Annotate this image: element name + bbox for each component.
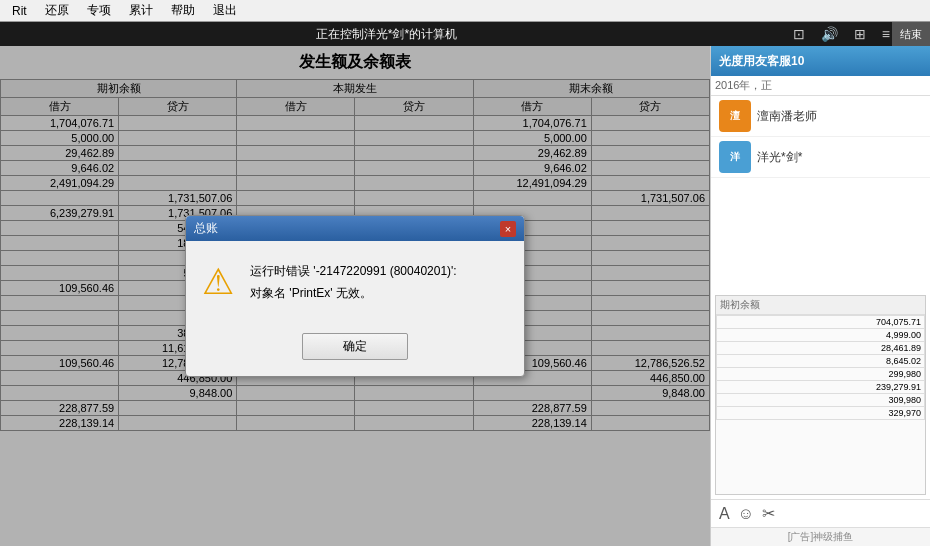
mini-chart-cell: 309,980 [717,394,925,407]
settings-icon[interactable]: ≡ [882,26,890,42]
top-menu-bar: Rit 还原 专项 累计 帮助 退出 [0,0,930,22]
mini-chart-panel: 期初余额 704,075.714,999.0028,461.898,645.02… [715,295,926,495]
remote-icons: ⊡ 🔊 ⊞ ≡ [793,26,890,42]
ad-banner: [广告]神级捕鱼 [711,527,930,546]
menu-rit[interactable]: Rit [4,2,35,20]
modal-titlebar: 总账 × [186,216,524,241]
mini-chart-cell: 299,980 [717,368,925,381]
emoji-icon[interactable]: ☺ [738,505,754,523]
accounting-area: 发生额及余额表 期初余额 本期发生 期末余额 借方 贷方 借方 贷方 借方 贷方 [0,46,710,546]
screen-icon[interactable]: ⊡ [793,26,805,42]
right-sidebar: 光度用友客服10 2016年，正 澶 澶南潘老师 洋 洋光*剑* 期初余额 70… [710,46,930,546]
confirm-button[interactable]: 确定 [302,333,408,360]
modal-overlay: 总账 × ⚠ 运行时错误 '-2147220991 (80040201)': 对… [0,46,710,546]
contact-list: 澶 澶南潘老师 洋 洋光*剑* [711,96,930,291]
menu-special[interactable]: 专项 [79,0,119,21]
contact-item-2[interactable]: 洋 洋光*剑* [711,137,930,178]
avatar-2: 洋 [719,141,751,173]
sidebar-bottom: A ☺ ✂ [711,499,930,527]
contact-item-1[interactable]: 澶 澶南潘老师 [711,96,930,137]
menu-cumulative[interactable]: 累计 [121,0,161,21]
menu-help[interactable]: 帮助 [163,0,203,21]
modal-footer: 确定 [186,325,524,376]
contact-name-2: 洋光*剑* [757,149,802,166]
scissors-icon[interactable]: ✂ [762,504,775,523]
sidebar-header: 光度用友客服10 [711,46,930,76]
remote-banner-text: 正在控制洋光*剑*的计算机 [0,26,773,43]
text-icon[interactable]: A [719,505,730,523]
error-line-2: 对象名 'PrintEx' 无效。 [250,283,457,305]
mini-chart-title: 期初余额 [716,296,925,315]
mini-chart-cell: 8,645.02 [717,355,925,368]
main-layout: 发生额及余额表 期初余额 本期发生 期末余额 借方 贷方 借方 贷方 借方 贷方 [0,46,930,546]
end-remote-button[interactable]: 结束 [892,22,930,46]
error-dialog: 总账 × ⚠ 运行时错误 '-2147220991 (80040201)': 对… [185,215,525,376]
remote-control-banner: 正在控制洋光*剑*的计算机 ⊡ 🔊 ⊞ ≡ 结束 [0,22,930,46]
mini-chart-cell: 329,970 [717,407,925,420]
error-line-1: 运行时错误 '-2147220991 (80040201)': [250,261,457,283]
modal-message: 运行时错误 '-2147220991 (80040201)': 对象名 'Pri… [250,261,457,304]
modal-body: ⚠ 运行时错误 '-2147220991 (80040201)': 对象名 'P… [186,241,524,324]
mini-chart-cell: 704,075.71 [717,316,925,329]
modal-close-button[interactable]: × [500,221,516,237]
sidebar-year: 2016年，正 [715,79,772,91]
modal-title: 总账 [194,220,218,237]
mini-chart-cell: 239,279.91 [717,381,925,394]
mini-chart-cell: 28,461.89 [717,342,925,355]
contact-name-1: 澶南潘老师 [757,108,817,125]
sidebar-title: 光度用友客服10 [719,53,804,70]
menu-restore[interactable]: 还原 [37,0,77,21]
warning-icon: ⚠ [202,261,234,303]
menu-exit[interactable]: 退出 [205,0,245,21]
avatar-1: 澶 [719,100,751,132]
mini-chart-cell: 4,999.00 [717,329,925,342]
mini-chart-table: 704,075.714,999.0028,461.898,645.02299,9… [716,315,925,420]
volume-icon[interactable]: 🔊 [821,26,838,42]
layout-icon[interactable]: ⊞ [854,26,866,42]
